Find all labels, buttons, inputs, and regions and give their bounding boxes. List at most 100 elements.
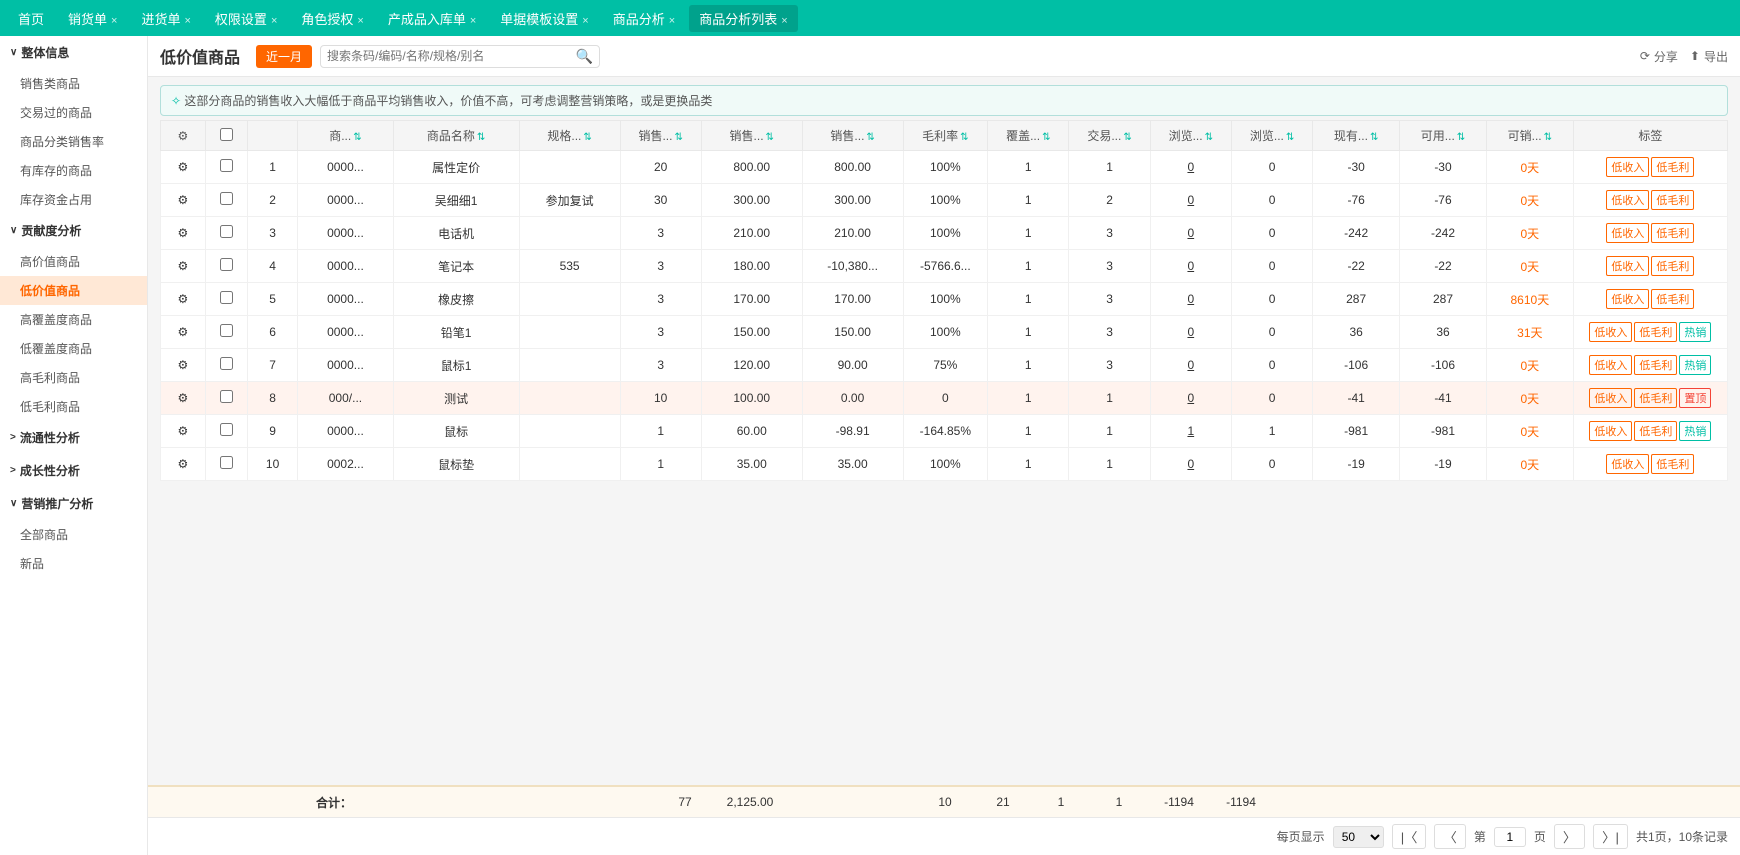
col-header-spec[interactable]: 规格...⇅ xyxy=(519,121,620,151)
nav-sales[interactable]: 销货单× xyxy=(58,5,127,32)
sidebar-item-low-coverage[interactable]: 低覆盖度商品 xyxy=(0,334,147,363)
tag-低收入[interactable]: 低收入 xyxy=(1606,289,1649,309)
col-header-settings[interactable]: ⚙ xyxy=(161,121,206,151)
last-page-button[interactable]: 〉| xyxy=(1593,824,1628,849)
nav-permissions[interactable]: 权限设置× xyxy=(205,5,287,32)
row-checkbox[interactable] xyxy=(205,316,247,349)
page-number-input[interactable] xyxy=(1494,827,1526,847)
tag-低收入[interactable]: 低收入 xyxy=(1589,355,1632,375)
sidebar-item-new-products[interactable]: 新品 xyxy=(0,549,147,578)
row-settings[interactable]: ⚙ xyxy=(161,283,206,316)
row-browse1[interactable]: 0 xyxy=(1150,316,1231,349)
tag-低收入[interactable]: 低收入 xyxy=(1606,256,1649,276)
nav-purchase[interactable]: 进货单× xyxy=(131,5,200,32)
sidebar-section-growth[interactable]: > 成长性分析 xyxy=(0,454,147,487)
search-input[interactable] xyxy=(327,49,576,63)
row-browse1[interactable]: 0 xyxy=(1150,184,1231,217)
row-select-checkbox[interactable] xyxy=(220,324,233,337)
row-browse1[interactable]: 0 xyxy=(1150,448,1231,481)
sidebar-item-sales-products[interactable]: 销售类商品 xyxy=(0,69,147,98)
tag-置顶[interactable]: 置顶 xyxy=(1679,388,1711,408)
tag-低收入[interactable]: 低收入 xyxy=(1606,190,1649,210)
row-checkbox[interactable] xyxy=(205,415,247,448)
col-header-sell-days[interactable]: 可销...⇅ xyxy=(1486,121,1573,151)
row-browse1[interactable]: 0 xyxy=(1150,349,1231,382)
row-settings[interactable]: ⚙ xyxy=(161,184,206,217)
sidebar-item-low-margin[interactable]: 低毛利商品 xyxy=(0,392,147,421)
sidebar-item-high-coverage[interactable]: 高覆盖度商品 xyxy=(0,305,147,334)
row-checkbox[interactable] xyxy=(205,151,247,184)
sidebar-item-low-value[interactable]: 低价值商品 xyxy=(0,276,147,305)
tag-低毛利[interactable]: 低毛利 xyxy=(1651,289,1694,309)
sidebar-section-overall[interactable]: ∨ 整体信息 xyxy=(0,36,147,69)
col-header-gross-margin[interactable]: 毛利率⇅ xyxy=(903,121,988,151)
col-header-sku[interactable]: 商...⇅ xyxy=(298,121,393,151)
col-header-sale-price[interactable]: 销售...⇅ xyxy=(701,121,802,151)
tag-低毛利[interactable]: 低毛利 xyxy=(1651,256,1694,276)
sidebar-item-high-value[interactable]: 高价值商品 xyxy=(0,247,147,276)
row-browse1[interactable]: 0 xyxy=(1150,217,1231,250)
col-header-trade-days[interactable]: 交易...⇅ xyxy=(1069,121,1150,151)
col-header-check[interactable] xyxy=(205,121,247,151)
tag-低毛利[interactable]: 低毛利 xyxy=(1634,322,1677,342)
row-browse1[interactable]: 0 xyxy=(1150,151,1231,184)
row-browse1[interactable]: 1 xyxy=(1150,415,1231,448)
nav-roles[interactable]: 角色授权× xyxy=(291,5,373,32)
row-checkbox[interactable] xyxy=(205,217,247,250)
col-header-browse2[interactable]: 浏览...⇅ xyxy=(1231,121,1312,151)
row-select-checkbox[interactable] xyxy=(220,225,233,238)
tag-热销[interactable]: 热销 xyxy=(1679,322,1711,342)
row-settings[interactable]: ⚙ xyxy=(161,349,206,382)
sidebar-section-marketing[interactable]: ∨ 营销推广分析 xyxy=(0,487,147,520)
row-select-checkbox[interactable] xyxy=(220,456,233,469)
col-header-sale-amount[interactable]: 销售...⇅ xyxy=(802,121,903,151)
row-select-checkbox[interactable] xyxy=(220,390,233,403)
period-button[interactable]: 近一月 xyxy=(256,45,312,68)
sidebar-item-category-sales-rate[interactable]: 商品分类销售率 xyxy=(0,127,147,156)
sidebar-item-in-stock-products[interactable]: 有库存的商品 xyxy=(0,156,147,185)
tag-低收入[interactable]: 低收入 xyxy=(1589,388,1632,408)
row-select-checkbox[interactable] xyxy=(220,192,233,205)
col-header-browse1[interactable]: 浏览...⇅ xyxy=(1150,121,1231,151)
col-header-sale-qty[interactable]: 销售...⇅ xyxy=(620,121,701,151)
tag-热销[interactable]: 热销 xyxy=(1679,355,1711,375)
row-settings[interactable]: ⚙ xyxy=(161,217,206,250)
tag-低收入[interactable]: 低收入 xyxy=(1589,421,1632,441)
row-browse1[interactable]: 0 xyxy=(1150,283,1231,316)
nav-product-analysis[interactable]: 商品分析× xyxy=(603,5,685,32)
row-select-checkbox[interactable] xyxy=(220,357,233,370)
tag-低毛利[interactable]: 低毛利 xyxy=(1634,421,1677,441)
sidebar-item-stock-capital[interactable]: 库存资金占用 xyxy=(0,185,147,214)
tag-低收入[interactable]: 低收入 xyxy=(1589,322,1632,342)
share-button[interactable]: ⟳ 分享 xyxy=(1640,48,1678,65)
tag-低收入[interactable]: 低收入 xyxy=(1606,223,1649,243)
tag-低毛利[interactable]: 低毛利 xyxy=(1651,190,1694,210)
row-select-checkbox[interactable] xyxy=(220,159,233,172)
row-settings[interactable]: ⚙ xyxy=(161,250,206,283)
sidebar-section-contribution[interactable]: ∨ 贡献度分析 xyxy=(0,214,147,247)
row-browse1[interactable]: 0 xyxy=(1150,382,1231,415)
sidebar-item-traded-products[interactable]: 交易过的商品 xyxy=(0,98,147,127)
row-checkbox[interactable] xyxy=(205,250,247,283)
row-settings[interactable]: ⚙ xyxy=(161,382,206,415)
row-settings[interactable]: ⚙ xyxy=(161,415,206,448)
row-select-checkbox[interactable] xyxy=(220,423,233,436)
prev-page-button[interactable]: 〈 xyxy=(1434,824,1465,849)
select-all-checkbox[interactable] xyxy=(220,128,233,141)
sidebar-item-high-margin[interactable]: 高毛利商品 xyxy=(0,363,147,392)
next-page-button[interactable]: 〉 xyxy=(1554,824,1585,849)
tag-热销[interactable]: 热销 xyxy=(1679,421,1711,441)
row-select-checkbox[interactable] xyxy=(220,258,233,271)
tag-低收入[interactable]: 低收入 xyxy=(1606,454,1649,474)
row-select-checkbox[interactable] xyxy=(220,291,233,304)
col-header-current-stock[interactable]: 现有...⇅ xyxy=(1313,121,1400,151)
row-checkbox[interactable] xyxy=(205,283,247,316)
col-header-coverage[interactable]: 覆盖...⇅ xyxy=(988,121,1069,151)
nav-home[interactable]: 首页 xyxy=(8,5,54,32)
tag-低收入[interactable]: 低收入 xyxy=(1606,157,1649,177)
row-checkbox[interactable] xyxy=(205,382,247,415)
row-checkbox[interactable] xyxy=(205,448,247,481)
per-page-select[interactable]: 50 100 200 xyxy=(1333,826,1384,848)
tag-低毛利[interactable]: 低毛利 xyxy=(1651,223,1694,243)
row-settings[interactable]: ⚙ xyxy=(161,316,206,349)
